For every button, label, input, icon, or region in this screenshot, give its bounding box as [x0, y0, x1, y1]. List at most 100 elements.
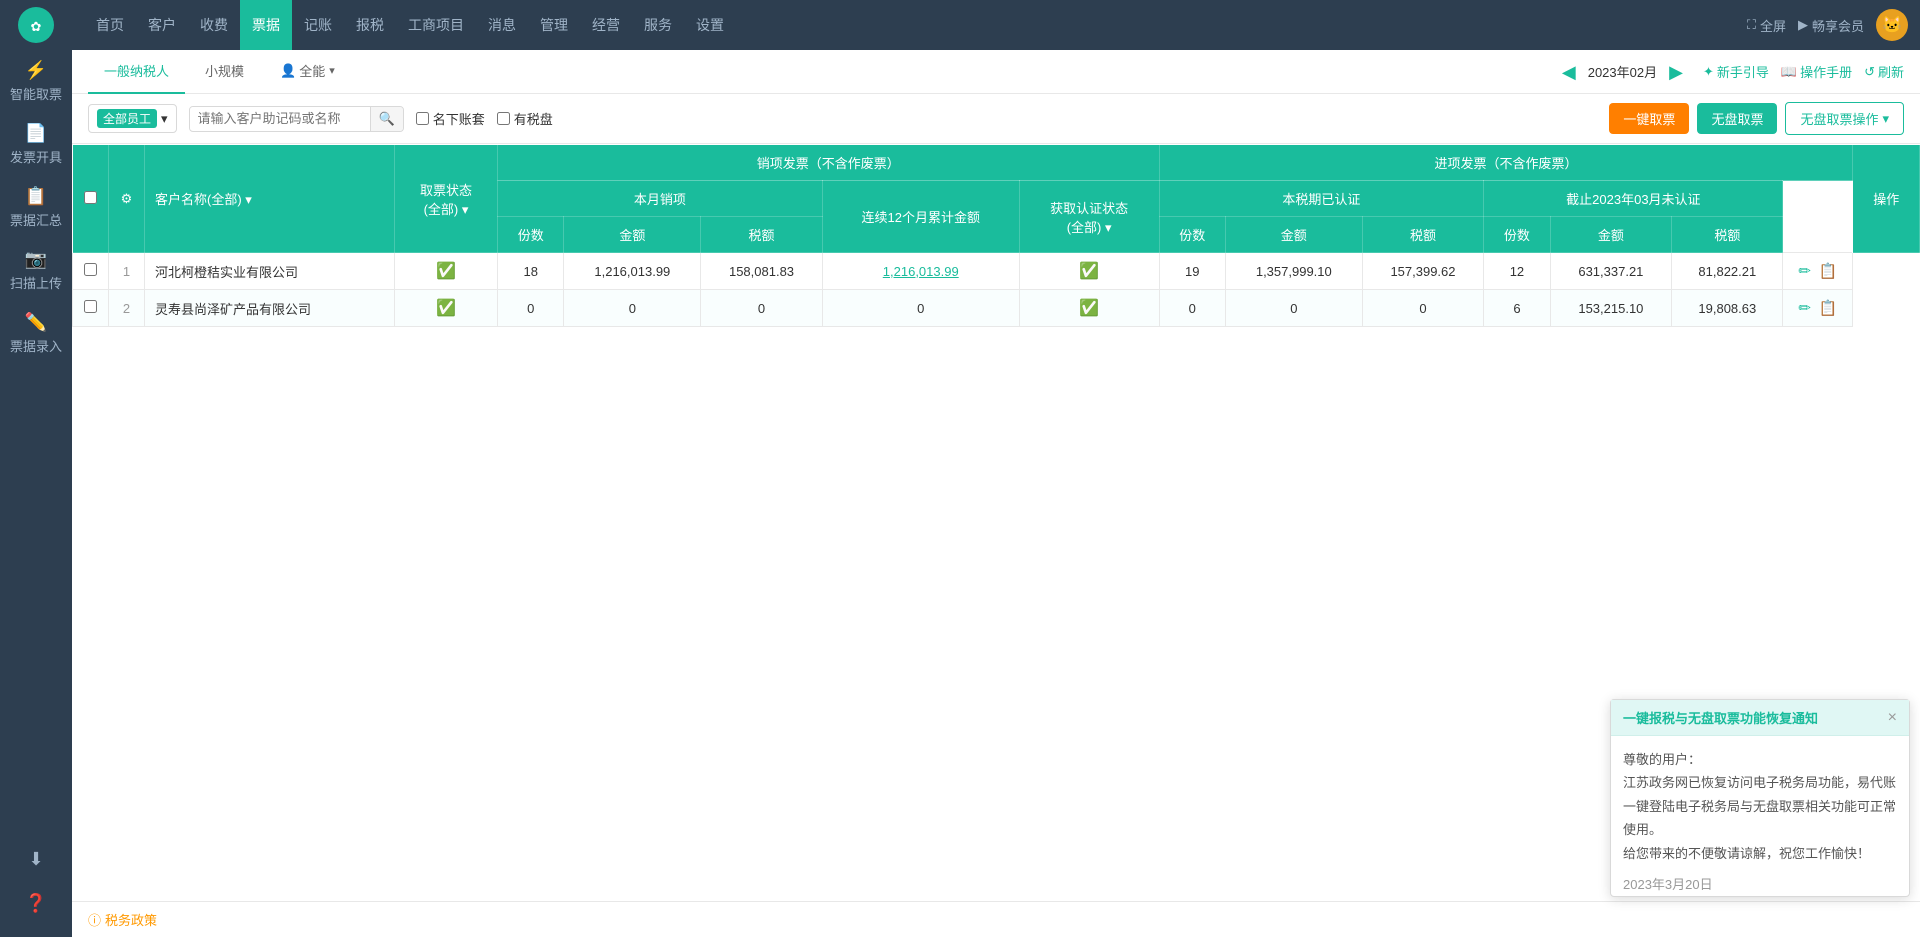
th-jx-unauth: 截止2023年03月未认证	[1484, 181, 1783, 217]
manual-icon: 📖	[1781, 64, 1797, 80]
th-client-name: 客户名称(全部) ▾	[145, 145, 395, 253]
nav-message[interactable]: 消息	[476, 0, 528, 50]
cum-amount-link[interactable]: 1,216,013.99	[883, 264, 959, 279]
dropdown-arrow-icon: ▾	[1882, 111, 1889, 127]
row-sx-amount: 0	[564, 290, 701, 327]
sidebar-item-issue-invoice[interactable]: 📄 发票开具	[0, 113, 72, 176]
search-wrap: 🔍	[189, 106, 404, 132]
sidebar-item-smart-fetch[interactable]: ⚡ 智能取票	[0, 50, 72, 113]
row-jx-unauth-count: 6	[1484, 290, 1550, 327]
tax-policy-link[interactable]: ⓘ 税务政策	[88, 910, 157, 929]
tax-disk-check-label[interactable]: 有税盘	[497, 109, 553, 128]
search-input[interactable]	[190, 107, 370, 130]
sidebar-bottom: ⬇ ❓	[0, 839, 72, 937]
notification-scroll[interactable]: 尊敬的用户： 江苏政务网已恢复访问电子税务局功能，易代账一键登陆电子税务局与无盘…	[1611, 736, 1909, 896]
th-sx-month: 本月销项	[498, 181, 823, 217]
nav-service[interactable]: 服务	[632, 0, 684, 50]
nav-settings[interactable]: 设置	[684, 0, 736, 50]
notification-date: 2023年3月20日	[1623, 873, 1897, 896]
invoice-summary-icon: 📋	[25, 186, 47, 207]
row-jx-unauth-amount: 631,337.21	[1550, 253, 1672, 290]
filter-right-buttons: 一键取票 无盘取票 无盘取票操作 ▾	[1609, 102, 1904, 135]
download-icon: ⬇	[28, 849, 43, 870]
th-action: 操作	[1853, 145, 1920, 253]
notification-line-1: 江苏政务网已恢复访问电子税务局功能，易代账一键登陆电子税务局与无盘取票相关功能可…	[1623, 771, 1897, 841]
nav-client[interactable]: 客户	[136, 0, 188, 50]
notification-popup: 一键报税与无盘取票功能恢复通知 × 尊敬的用户： 江苏政务网已恢复访问电子税务局…	[1610, 699, 1910, 897]
tab-all[interactable]: 👤 全能 ▾	[264, 50, 351, 94]
search-button[interactable]: 🔍	[370, 107, 403, 131]
nav-home[interactable]: 首页	[84, 0, 136, 50]
row-checkbox[interactable]	[84, 300, 97, 313]
row-index: 2	[109, 290, 145, 327]
invoice-table: ⚙ 客户名称(全部) ▾ 取票状态(全部) ▾ 销项发票（不含作废票） 进项发票…	[72, 144, 1920, 327]
th-sx-amount: 金额	[564, 217, 701, 253]
th-group-sales: 销项发票（不含作废票）	[498, 145, 1159, 181]
no-disk-op-button[interactable]: 无盘取票操作 ▾	[1785, 102, 1904, 135]
employee-filter[interactable]: 全部员工 ▾	[88, 104, 177, 133]
select-all-checkbox[interactable]	[84, 191, 97, 204]
th-checkbox	[73, 145, 109, 253]
sidebar-item-data-entry[interactable]: ✏️ 票据录入	[0, 302, 72, 365]
edit-icon[interactable]: ✏	[1798, 262, 1811, 280]
jx-auth-status-icon: ✅	[1079, 263, 1099, 280]
row-fetch-status: ✅	[394, 290, 497, 327]
fullscreen-btn[interactable]: ⛶ 全屏	[1747, 16, 1786, 35]
row-checkbox-cell	[73, 253, 109, 290]
sidebar-item-download[interactable]: ⬇	[0, 839, 72, 883]
scan-upload-icon: 📷	[25, 249, 47, 270]
table-header-group-row: ⚙ 客户名称(全部) ▾ 取票状态(全部) ▾ 销项发票（不含作废票） 进项发票…	[73, 145, 1920, 181]
topnav-right: ⛶ 全屏 ▶ 畅享会员 🐱	[1747, 9, 1908, 41]
nav-bookkeeping[interactable]: 记账	[292, 0, 344, 50]
tab-general[interactable]: 一般纳税人	[88, 50, 185, 94]
sidebar-item-invoice-summary[interactable]: 📋 票据汇总	[0, 176, 72, 239]
row-fetch-status: ✅	[394, 253, 497, 290]
one-click-fetch-button[interactable]: 一键取票	[1609, 103, 1689, 134]
nav-billing[interactable]: 收费	[188, 0, 240, 50]
th-jx-cur-amount: 金额	[1225, 217, 1362, 253]
tab-small[interactable]: 小规模	[189, 50, 260, 94]
nav-management[interactable]: 管理	[528, 0, 580, 50]
fullscreen-icon: ⛶	[1747, 17, 1756, 33]
manual-link[interactable]: 📖 操作手册	[1781, 62, 1852, 81]
row-jx-auth-status: ✅	[1019, 253, 1159, 290]
notification-close-button[interactable]: ×	[1888, 709, 1897, 727]
edit-icon[interactable]: ✏	[1798, 299, 1811, 317]
nav-business[interactable]: 工商项目	[396, 0, 476, 50]
notification-line-0: 尊敬的用户：	[1623, 748, 1897, 771]
employee-tag: 全部员工	[97, 109, 157, 128]
nav-invoice[interactable]: 票据	[240, 0, 292, 50]
tax-disk-checkbox[interactable]	[497, 112, 510, 125]
sidebar-logo: ✿	[0, 0, 72, 50]
next-month-button[interactable]: ▶	[1665, 63, 1687, 81]
th-jx-cur-count: 份数	[1159, 217, 1225, 253]
sidebar-item-help[interactable]: ❓	[0, 883, 72, 927]
sidebar-item-scan-upload[interactable]: 📷 扫描上传	[0, 239, 72, 302]
row-jx-cur-amount: 1,357,999.10	[1225, 253, 1362, 290]
top-navigation: 首页 客户 收费 票据 记账 报税 工商项目 消息 管理 经营 服务 设置 ⛶ …	[72, 0, 1920, 50]
data-entry-icon: ✏️	[25, 312, 47, 333]
row-jx-cur-count: 19	[1159, 253, 1225, 290]
view-icon[interactable]: 📋	[1819, 299, 1838, 317]
row-sx-count: 18	[498, 253, 564, 290]
view-icon[interactable]: 📋	[1819, 262, 1838, 280]
refresh-link[interactable]: ↺ 刷新	[1864, 62, 1904, 81]
nav-tax[interactable]: 报税	[344, 0, 396, 50]
account-check-label[interactable]: 名下账套	[416, 109, 485, 128]
no-disk-fetch-button[interactable]: 无盘取票	[1697, 103, 1777, 134]
tab-all-chevron: ▾	[329, 64, 335, 77]
avatar[interactable]: 🐱	[1876, 9, 1908, 41]
nav-operation[interactable]: 经营	[580, 0, 632, 50]
row-checkbox[interactable]	[84, 263, 97, 276]
notification-line-2: 给您带来的不便敬请谅解，祝您工作愉快！	[1623, 842, 1897, 865]
th-sx-tax: 税额	[701, 217, 823, 253]
tab-right-actions: ✦ 新手引导 📖 操作手册 ↺ 刷新	[1703, 62, 1904, 81]
tab-all-icon: 👤	[280, 63, 296, 79]
notification-body: 尊敬的用户： 江苏政务网已恢复访问电子税务局功能，易代账一键登陆电子税务局与无盘…	[1611, 736, 1909, 896]
member-btn[interactable]: ▶ 畅享会员	[1798, 16, 1864, 35]
table-row: 2 灵寿县尚泽矿产品有限公司 ✅ 0 0 0 0 ✅ 0 0 0 6 153,2…	[73, 290, 1920, 327]
prev-month-button[interactable]: ◀	[1558, 63, 1580, 81]
account-checkbox[interactable]	[416, 112, 429, 125]
new-guide-link[interactable]: ✦ 新手引导	[1703, 62, 1769, 81]
th-fetch-status: 取票状态(全部) ▾	[394, 145, 497, 253]
